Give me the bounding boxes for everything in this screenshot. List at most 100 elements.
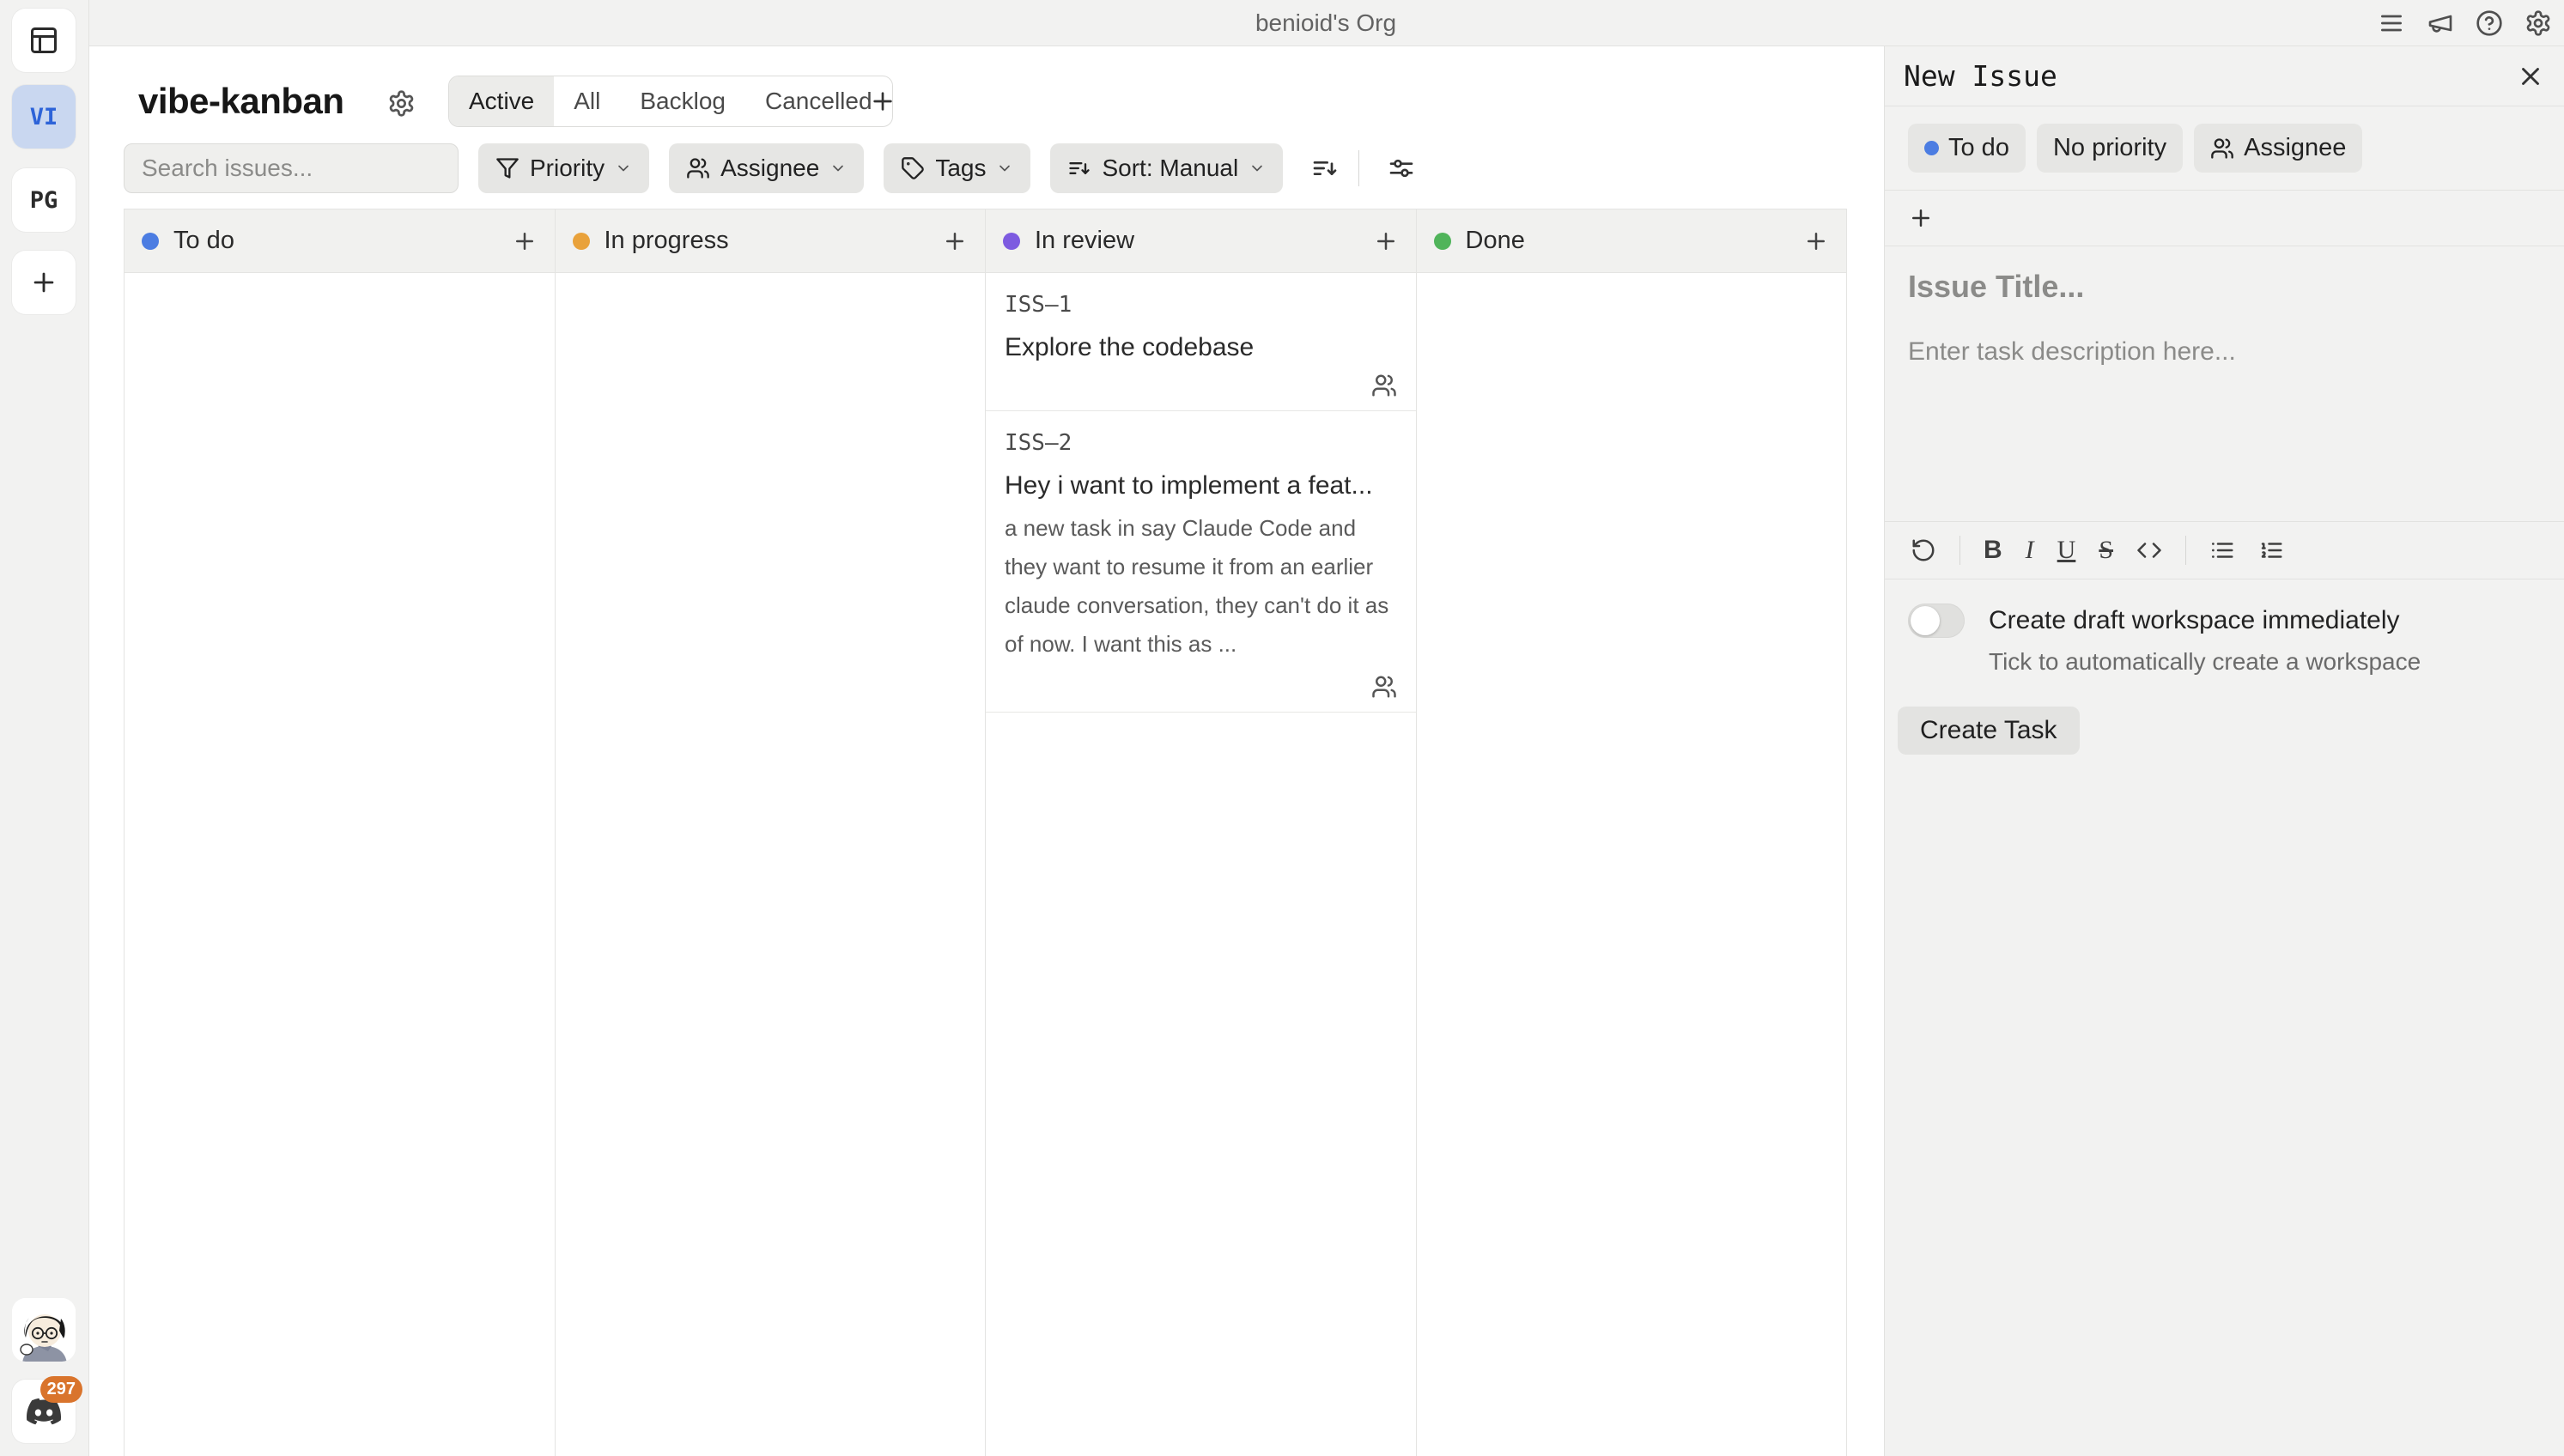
sliders-icon [1388, 155, 1415, 182]
add-property-button[interactable] [1908, 205, 1934, 231]
notification-badge: 297 [40, 1376, 82, 1403]
sort-filter-button[interactable]: Sort: Manual [1050, 143, 1283, 193]
sidebar-item-projects[interactable] [12, 9, 76, 72]
issue-title: Explore the codebase [1005, 333, 1397, 362]
sidebar-item-pg-workspace[interactable]: PG [12, 168, 76, 232]
add-card-button[interactable] [1373, 228, 1399, 254]
add-workspace-button[interactable] [12, 251, 76, 314]
status-dot [1003, 233, 1020, 250]
users-icon [1371, 674, 1397, 700]
filter-toolbar: Priority Assignee Tags [124, 143, 1415, 193]
toggle-label: Create draft workspace immediately [1989, 606, 2400, 635]
bold-button[interactable]: B [1984, 537, 2002, 563]
assignee-chip[interactable]: Assignee [2194, 124, 2362, 173]
menu-button[interactable] [2378, 9, 2405, 37]
ordered-list-button[interactable] [2258, 537, 2284, 563]
chevron-down-icon [615, 160, 632, 177]
editor-toolbar: B I U S [1885, 521, 2564, 579]
close-panel-button[interactable] [2516, 62, 2545, 91]
issue-id: ISS–1 [1005, 292, 1397, 318]
users-icon [1371, 373, 1397, 398]
column-header: In review [986, 209, 1416, 273]
divider [1358, 150, 1359, 186]
sort-icon [1067, 156, 1091, 180]
status-dot [1924, 141, 1939, 155]
toggle-knob [1911, 606, 1940, 635]
help-button[interactable] [2476, 9, 2503, 37]
app-root: VI PG [0, 0, 2564, 1456]
create-task-button[interactable]: Create Task [1898, 707, 2080, 755]
project-settings-button[interactable] [387, 89, 416, 118]
tab-all[interactable]: All [554, 76, 620, 126]
underline-button[interactable]: U [2057, 537, 2076, 563]
undo-button[interactable] [1911, 537, 1936, 563]
top-bar: benioid's Org [89, 0, 2564, 46]
tags-filter-button[interactable]: Tags [884, 143, 1030, 193]
plus-icon [942, 228, 968, 254]
sort-icon [1311, 155, 1339, 182]
project-title: vibe-kanban [138, 81, 344, 122]
priority-filter-button[interactable]: Priority [478, 143, 649, 193]
divider [1959, 536, 1960, 565]
issue-form: Issue Title... Enter task description he… [1885, 246, 2564, 521]
issue-card[interactable]: ISS–2 Hey i want to implement a feat... … [986, 411, 1416, 713]
code-icon [2136, 537, 2162, 563]
filter-icon [495, 156, 519, 180]
chevron-down-icon [996, 160, 1013, 177]
plus-icon [29, 268, 58, 297]
chevron-down-icon [829, 160, 847, 177]
avatar[interactable] [12, 1298, 76, 1362]
add-card-button[interactable] [1803, 228, 1829, 254]
bullet-list-button[interactable] [2209, 537, 2235, 563]
tab-active[interactable]: Active [449, 76, 554, 126]
add-card-button[interactable] [512, 228, 538, 254]
issue-title-input[interactable]: Issue Title... [1908, 269, 2541, 305]
tag-icon [901, 156, 925, 180]
add-property-row [1885, 191, 2564, 246]
assignee-filter-button[interactable]: Assignee [669, 143, 864, 193]
kanban-board: vibe-kanban Active All Backlog Cancelled… [89, 46, 1884, 1456]
sidebar-item-vi-workspace[interactable]: VI [12, 85, 76, 149]
column-header: In progress [556, 209, 986, 273]
create-workspace-toggle[interactable] [1908, 604, 1965, 638]
panels-icon [28, 25, 59, 56]
users-icon [686, 156, 710, 180]
issue-description-input[interactable]: Enter task description here... [1908, 337, 2541, 367]
discord-button[interactable]: 297 [12, 1380, 76, 1443]
org-title: benioid's Org [1255, 9, 1396, 37]
status-dot [142, 233, 159, 250]
search-input[interactable] [124, 143, 459, 193]
settings-button[interactable] [2525, 9, 2552, 37]
tab-backlog[interactable]: Backlog [620, 76, 745, 126]
workspace-initials: VI [30, 104, 58, 130]
add-view-button[interactable] [869, 88, 896, 115]
column-in-progress: In progress [556, 209, 987, 1456]
issue-card[interactable]: ISS–1 Explore the codebase [986, 273, 1416, 411]
view-tabs: Active All Backlog Cancelled [448, 76, 893, 127]
status-chip[interactable]: To do [1908, 124, 2026, 173]
sort-direction-button[interactable] [1311, 155, 1339, 182]
code-button[interactable] [2136, 537, 2162, 563]
workspace-sidebar: VI PG [0, 0, 89, 1456]
toggle-hint: Tick to automatically create a workspace [1989, 648, 2541, 676]
strikethrough-button[interactable]: S [2099, 537, 2113, 563]
plus-icon [1908, 205, 1934, 231]
gear-icon [387, 89, 416, 118]
menu-icon [2378, 9, 2405, 37]
panel-actions: Create Task [1885, 676, 2564, 755]
announcements-button[interactable] [2427, 9, 2454, 37]
undo-icon [1911, 537, 1936, 563]
priority-chip[interactable]: No priority [2037, 124, 2183, 173]
help-icon [2476, 9, 2503, 37]
display-options-button[interactable] [1388, 155, 1415, 182]
column-header: Done [1417, 209, 1847, 273]
plus-icon [1803, 228, 1829, 254]
megaphone-icon [2427, 9, 2454, 37]
column-todo: To do [125, 209, 556, 1456]
italic-button[interactable]: I [2026, 537, 2034, 563]
new-issue-panel: New Issue To do No priority Assignee [1884, 46, 2564, 1456]
add-card-button[interactable] [942, 228, 968, 254]
plus-icon [512, 228, 538, 254]
ordered-list-icon [2258, 537, 2284, 563]
status-dot [573, 233, 590, 250]
